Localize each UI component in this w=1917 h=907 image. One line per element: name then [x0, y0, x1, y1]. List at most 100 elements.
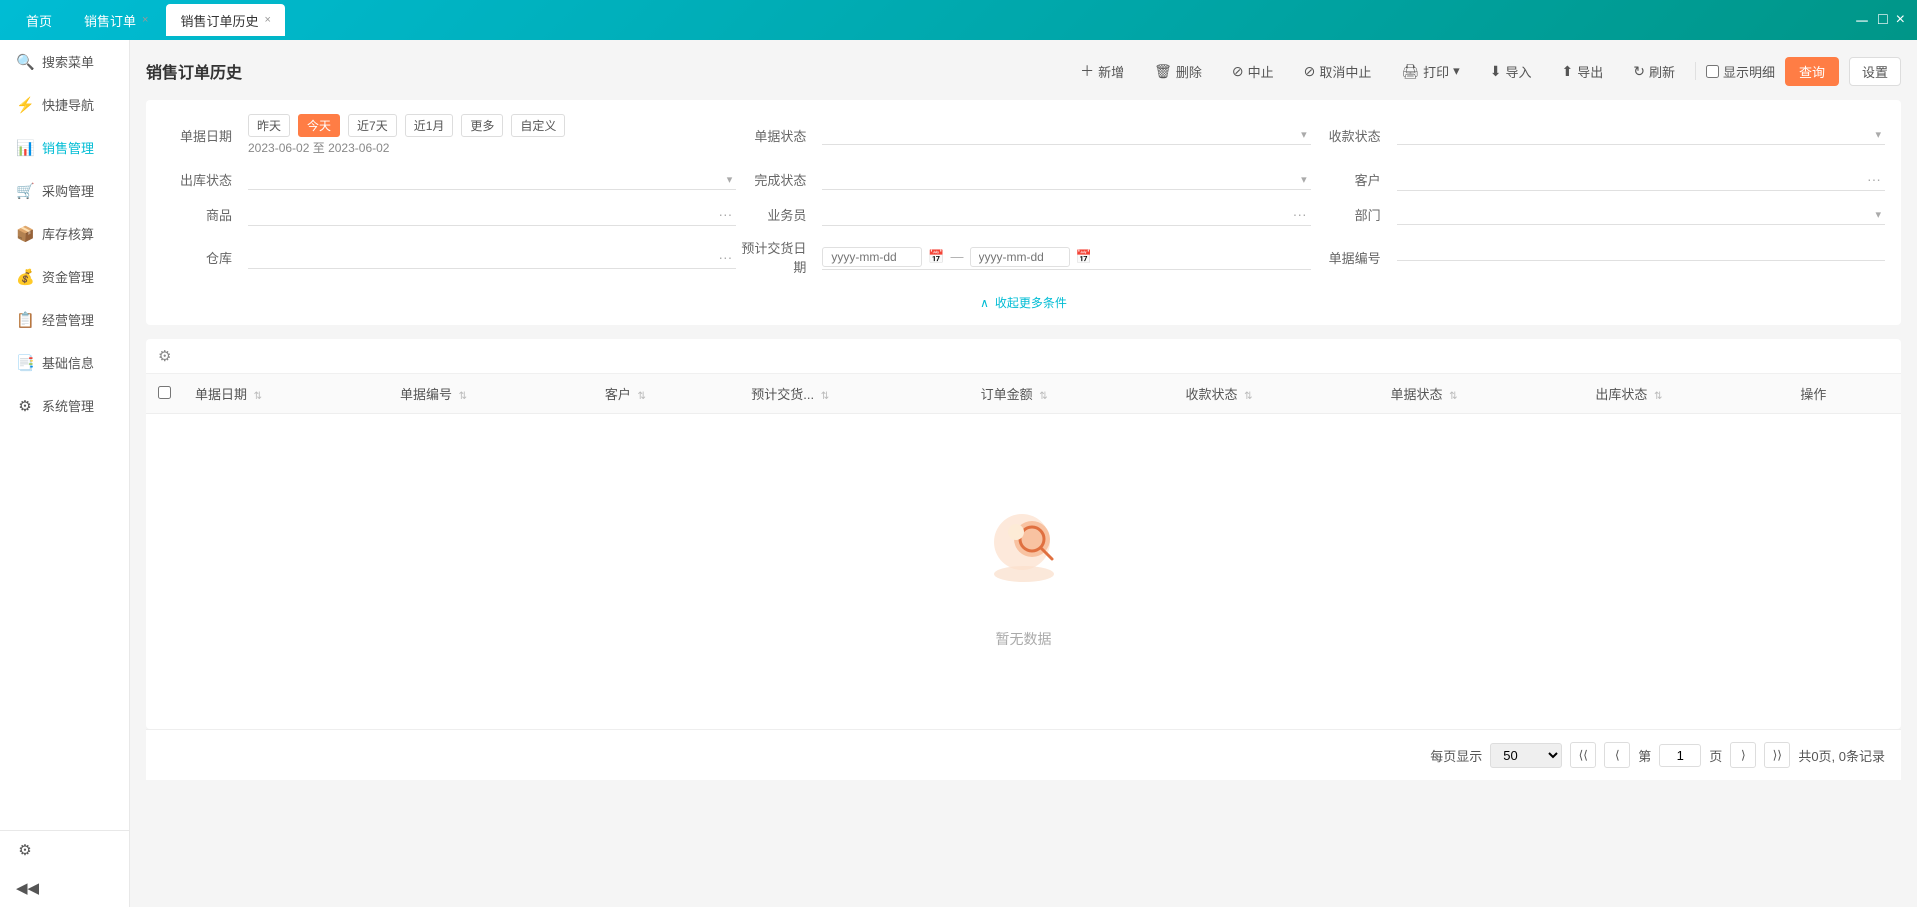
warehouse-dots[interactable]: ··· [718, 249, 732, 265]
filter-delivery-date: 预计交货日期 📅 — 📅 [736, 238, 1310, 276]
delivery-date-from-calendar-icon[interactable]: 📅 [928, 249, 944, 265]
payment-status-control[interactable]: ▾ [1397, 125, 1885, 145]
query-button[interactable]: 查询 [1785, 57, 1839, 86]
col-payment-status-sort[interactable]: ⇅ [1244, 391, 1252, 402]
finance-icon: 💰 [16, 268, 34, 286]
tab-sales-history-close[interactable]: × [264, 14, 270, 26]
operations-icon: 📋 [16, 311, 34, 329]
page-size-select[interactable]: 10 20 50 100 [1490, 743, 1562, 768]
delivery-date-to-calendar-icon[interactable]: 📅 [1076, 249, 1092, 265]
table-toolbar-row: ⚙ [146, 339, 1901, 374]
sidebar-item-search-menu[interactable]: 🔍 搜索菜单 [0, 40, 129, 83]
plus-icon: ＋ [1080, 61, 1094, 81]
stop-button[interactable]: ⊘ 中止 [1222, 57, 1284, 86]
sidebar-item-finance[interactable]: 💰 资金管理 [0, 255, 129, 298]
next-page-button[interactable]: ⟩ [1730, 742, 1756, 768]
date-btn-more[interactable]: 更多 [461, 114, 503, 137]
sidebar-settings-gear[interactable]: ⚙ [0, 831, 129, 869]
delivery-date-from[interactable] [822, 247, 922, 267]
select-all-checkbox[interactable] [158, 386, 171, 399]
cancel-stop-button[interactable]: ⊘ 取消中止 [1294, 57, 1382, 86]
col-stock-status-label: 出库状态 [1595, 387, 1647, 402]
col-order-amount-sort[interactable]: ⇅ [1039, 391, 1047, 402]
sidebar-item-operations[interactable]: 📋 经营管理 [0, 298, 129, 341]
customer-dots[interactable]: ··· [1867, 171, 1881, 187]
table-container: ⚙ 单据日期 ⇅ 单据编号 ⇅ [146, 339, 1901, 729]
refresh-icon: ↻ [1633, 63, 1645, 80]
goods-dots[interactable]: ··· [718, 206, 732, 222]
sales-rep-dots[interactable]: ··· [1293, 206, 1307, 222]
query-button-label: 查询 [1799, 62, 1825, 81]
date-btn-custom[interactable]: 自定义 [511, 114, 565, 137]
delivery-date-to[interactable] [970, 247, 1070, 267]
display-cols-checkbox[interactable]: 显示明细 [1706, 62, 1775, 81]
date-range-display: 2023-06-02 至 2023-06-02 [248, 139, 736, 156]
warehouse-control[interactable]: ··· [248, 246, 736, 269]
col-stock-status: 出库状态 ⇅ [1583, 374, 1788, 414]
col-payment-status-label: 收款状态 [1186, 387, 1238, 402]
complete-status-control[interactable]: ▾ [822, 170, 1310, 190]
stock-status-control[interactable]: ▾ [248, 170, 736, 190]
filter-customer: 客户 ··· [1311, 168, 1885, 191]
delivery-date-label: 预计交货日期 [736, 238, 806, 276]
settings-button[interactable]: 设置 [1849, 57, 1901, 86]
first-page-button[interactable]: ⟨⟨ [1570, 742, 1596, 768]
col-bill-status-sort[interactable]: ⇅ [1449, 391, 1457, 402]
department-control[interactable]: ▾ [1397, 205, 1885, 225]
filter-bill-number: 单据编号 [1311, 248, 1885, 267]
close-button[interactable]: × [1896, 11, 1905, 29]
col-bill-date-sort[interactable]: ⇅ [254, 391, 262, 402]
cancel-stop-icon: ⊘ [1304, 63, 1316, 80]
current-page-input[interactable] [1659, 744, 1701, 767]
delete-button[interactable]: 🗑 删除 [1144, 57, 1212, 86]
prev-page-button[interactable]: ⟨ [1604, 742, 1630, 768]
col-bill-number-label: 单据编号 [400, 387, 452, 402]
table-settings-icon[interactable]: ⚙ [158, 347, 171, 365]
col-bill-number-sort[interactable]: ⇅ [459, 391, 467, 402]
date-btn-yesterday[interactable]: 昨天 [248, 114, 290, 137]
tab-home[interactable]: 首页 [12, 4, 66, 36]
sidebar-item-inventory[interactable]: 📦 库存核算 [0, 212, 129, 255]
minimize-button[interactable]: － [1854, 8, 1870, 32]
col-delivery-date-sort[interactable]: ⇅ [821, 391, 829, 402]
maximize-button[interactable]: □ [1878, 11, 1888, 29]
date-btn-7days[interactable]: 近7天 [348, 114, 397, 137]
toolbar: ＋ 新增 🗑 删除 ⊘ 中止 ⊘ 取消中止 🖨 打印 [1070, 56, 1901, 86]
sales-rep-control[interactable]: ··· [822, 203, 1310, 226]
bill-status-control[interactable]: ▾ [822, 125, 1310, 145]
export-button[interactable]: ⬆ 导出 [1551, 57, 1613, 86]
tab-sales-history[interactable]: 销售订单历史 × [166, 4, 284, 36]
tab-sales-order-close[interactable]: × [142, 14, 148, 26]
sidebar-item-system[interactable]: ⚙ 系统管理 [0, 384, 129, 427]
sidebar-item-quick-nav[interactable]: ⚡ 快捷导航 [0, 83, 129, 126]
col-checkbox [146, 374, 183, 414]
last-page-button[interactable]: ⟩⟩ [1764, 742, 1790, 768]
import-button[interactable]: ⬇ 导入 [1480, 57, 1542, 86]
date-btn-1month[interactable]: 近1月 [405, 114, 454, 137]
sidebar-item-base-info[interactable]: 📑 基础信息 [0, 341, 129, 384]
date-btn-today[interactable]: 今天 [298, 114, 340, 137]
customer-control[interactable]: ··· [1397, 168, 1885, 191]
sidebar-item-system-label: 系统管理 [42, 396, 94, 415]
col-delivery-date: 预计交货... ⇅ [739, 374, 968, 414]
page-size-label: 每页显示 [1430, 746, 1482, 765]
warehouse-label: 仓库 [162, 248, 232, 267]
col-customer-sort[interactable]: ⇅ [638, 391, 646, 402]
delete-icon: 🗑 [1154, 63, 1172, 80]
collapse-bar[interactable]: ∧ 收起更多条件 [162, 288, 1885, 311]
goods-control[interactable]: ··· [248, 203, 736, 226]
sidebar-item-sales-mgmt[interactable]: 📊 销售管理 [0, 126, 129, 169]
empty-state: 暂无数据 [146, 414, 1901, 729]
display-cols-input[interactable] [1706, 65, 1719, 78]
filter-payment-status: 收款状态 ▾ [1311, 125, 1885, 145]
refresh-button[interactable]: ↻ 刷新 [1623, 57, 1685, 86]
print-button[interactable]: 🖨 打印 ▾ [1391, 57, 1469, 86]
page-label-suffix: 页 [1709, 746, 1722, 765]
tab-sales-order[interactable]: 销售订单 × [70, 4, 162, 36]
bill-number-control[interactable] [1397, 254, 1885, 261]
sidebar-item-purchase-mgmt[interactable]: 🛒 采购管理 [0, 169, 129, 212]
new-button[interactable]: ＋ 新增 [1070, 56, 1134, 86]
col-stock-status-sort[interactable]: ⇅ [1654, 391, 1662, 402]
sidebar-collapse[interactable]: ◀◀ [0, 869, 129, 907]
department-arrow: ▾ [1875, 208, 1881, 221]
